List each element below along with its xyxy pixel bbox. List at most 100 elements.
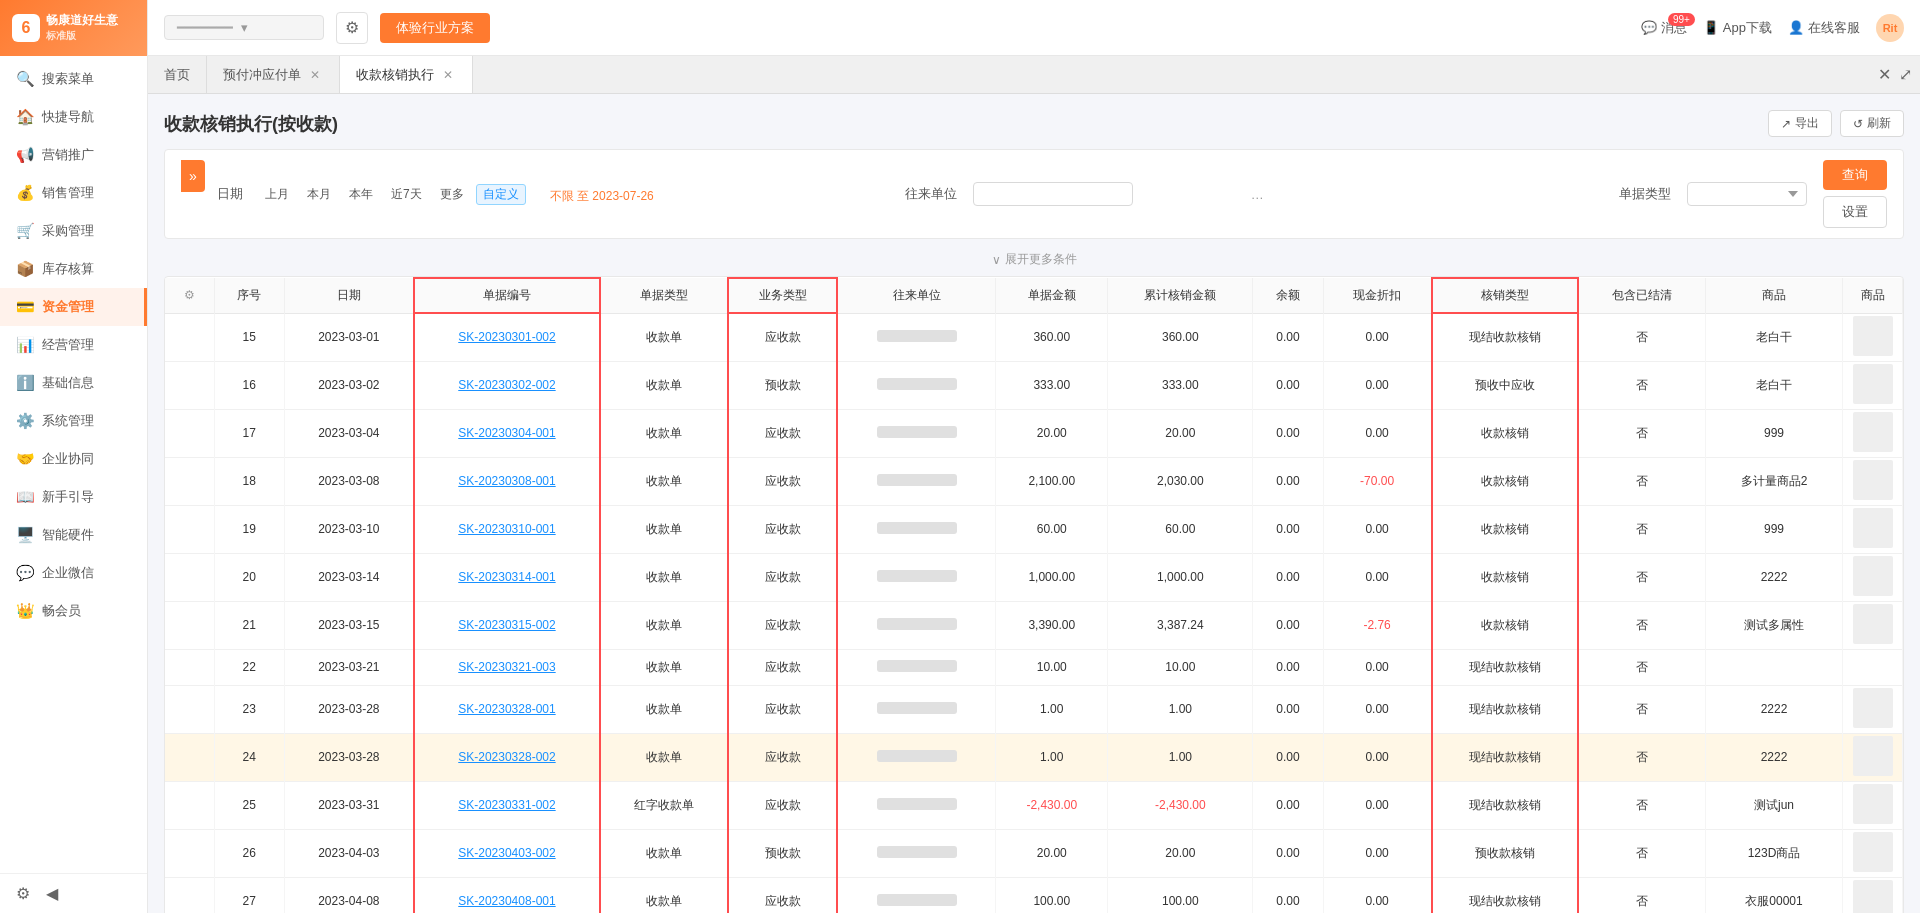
cell-slip-no[interactable]: SK-20230302-002: [414, 361, 600, 409]
date-this-month-btn[interactable]: 本月: [301, 184, 337, 205]
sidebar-label-operations: 经营管理: [42, 336, 94, 354]
sidebar-item-quick-nav[interactable]: 🏠快捷导航: [0, 98, 147, 136]
sidebar-item-hardware[interactable]: 🖥️智能硬件: [0, 516, 147, 554]
sidebar-label-guide: 新手引导: [42, 488, 94, 506]
cell-discount: 0.00: [1323, 409, 1431, 457]
date-this-year-btn[interactable]: 本年: [343, 184, 379, 205]
partner-dots: …: [1149, 187, 1368, 202]
tab-collection[interactable]: 收款核销执行✕: [340, 56, 473, 93]
query-btn-group: 查询 设置: [1823, 160, 1887, 228]
cell-slip-no[interactable]: SK-20230331-002: [414, 781, 600, 829]
sidebar-item-finance[interactable]: 💳资金管理: [0, 288, 147, 326]
cell-no: 18: [214, 457, 284, 505]
cell-discount: 0.00: [1323, 313, 1431, 361]
table-row: 19 2023-03-10 SK-20230310-001 收款单 应收款 60…: [165, 505, 1903, 553]
app-download-btn[interactable]: 📱 App下载: [1703, 19, 1772, 37]
sidebar-item-purchase[interactable]: 🛒采购管理: [0, 212, 147, 250]
cell-slip-type: 收款单: [600, 457, 728, 505]
tab-close-all-btn[interactable]: ✕: [1878, 65, 1891, 84]
sidebar-item-wechat[interactable]: 💬企业微信: [0, 554, 147, 592]
sidebar-label-marketing: 营销推广: [42, 146, 94, 164]
tab-close-collection[interactable]: ✕: [440, 67, 456, 83]
sidebar-item-operations[interactable]: 📊经营管理: [0, 326, 147, 364]
cell-slip-no[interactable]: SK-20230315-002: [414, 601, 600, 649]
expand-more-btn[interactable]: ∨ 展开更多条件: [992, 251, 1077, 268]
sidebar-item-member[interactable]: 👑畅会员: [0, 592, 147, 630]
refresh-btn[interactable]: ↺ 刷新: [1840, 110, 1904, 137]
tab-home[interactable]: 首页: [148, 56, 207, 93]
cell-accum: 1,000.00: [1108, 553, 1253, 601]
cell-slip-no[interactable]: SK-20230304-001: [414, 409, 600, 457]
table-row: 15 2023-03-01 SK-20230301-002 收款单 应收款 36…: [165, 313, 1903, 361]
cell-slip-no[interactable]: SK-20230321-003: [414, 649, 600, 685]
collapse-icon[interactable]: ◀: [46, 884, 58, 903]
cell-no: 16: [214, 361, 284, 409]
cell-amount: 1.00: [996, 733, 1108, 781]
sidebar-label-enterprise: 企业协同: [42, 450, 94, 468]
cell-slip-no[interactable]: SK-20230328-001: [414, 685, 600, 733]
sidebar-item-sales[interactable]: 💰销售管理: [0, 174, 147, 212]
cell-partner: [837, 649, 995, 685]
table-row: 27 2023-04-08 SK-20230408-001 收款单 应收款 10…: [165, 877, 1903, 913]
sidebar-item-marketing[interactable]: 📢营销推广: [0, 136, 147, 174]
col-gear[interactable]: ⚙: [165, 278, 214, 313]
cell-slip-no[interactable]: SK-20230403-002: [414, 829, 600, 877]
cell-amount: 20.00: [996, 829, 1108, 877]
cell-partner: [837, 505, 995, 553]
cell-goods: 测试多属性: [1706, 601, 1843, 649]
breadcrumb[interactable]: ━━━━━━━ ▾: [164, 15, 324, 40]
cell-goods: 2222: [1706, 685, 1843, 733]
cell-accum: 333.00: [1108, 361, 1253, 409]
topbar-settings-btn[interactable]: ⚙: [336, 12, 368, 44]
settings-icon[interactable]: ⚙: [16, 884, 30, 903]
cell-gear: [165, 553, 214, 601]
query-btn[interactable]: 查询: [1823, 160, 1887, 190]
tab-close-payable[interactable]: ✕: [307, 67, 323, 83]
date-range-display: 不限 至 2023-07-26: [550, 188, 654, 205]
sidebar-item-guide[interactable]: 📖新手引导: [0, 478, 147, 516]
sidebar-item-basics[interactable]: ℹ️基础信息: [0, 364, 147, 402]
col-goods2: 商品: [1843, 278, 1903, 313]
date-more-btn[interactable]: 更多: [434, 184, 470, 205]
settings-btn[interactable]: 设置: [1823, 196, 1887, 228]
cell-goods2: [1843, 553, 1903, 601]
cell-slip-no[interactable]: SK-20230301-002: [414, 313, 600, 361]
cell-balance: 0.00: [1253, 649, 1323, 685]
user-info[interactable]: Rit: [1876, 14, 1904, 42]
cell-slip-no[interactable]: SK-20230314-001: [414, 553, 600, 601]
sidebar-item-search[interactable]: 🔍搜索菜单: [0, 60, 147, 98]
tab-expand-btn[interactable]: ⤢: [1899, 65, 1912, 84]
date-7days-btn[interactable]: 近7天: [385, 184, 428, 205]
filter-bar: » 日期 上月 本月 本年 近7天 更多 自定义 不限 至 2: [164, 149, 1904, 239]
cell-slip-no[interactable]: SK-20230328-002: [414, 733, 600, 781]
col-slip-no: 单据编号: [414, 278, 600, 313]
cell-discount: 0.00: [1323, 829, 1431, 877]
partner-input[interactable]: [973, 182, 1133, 206]
sidebar-item-enterprise[interactable]: 🤝企业协同: [0, 440, 147, 478]
sidebar-item-system[interactable]: ⚙️系统管理: [0, 402, 147, 440]
cell-goods: 多计量商品2: [1706, 457, 1843, 505]
cell-no: 26: [214, 829, 284, 877]
table-row: 25 2023-03-31 SK-20230331-002 红字收款单 应收款 …: [165, 781, 1903, 829]
cell-goods2: [1843, 409, 1903, 457]
message-btn[interactable]: 💬 消息 99+: [1641, 19, 1687, 37]
service-btn[interactable]: 👤 在线客服: [1788, 19, 1860, 37]
cell-slip-no[interactable]: SK-20230408-001: [414, 877, 600, 913]
col-accum-cancel: 累计核销金额: [1108, 278, 1253, 313]
cell-goods2: [1843, 685, 1903, 733]
sidebar-item-inventory[interactable]: 📦库存核算: [0, 250, 147, 288]
cell-cancel-type: 现结收款核销: [1432, 649, 1579, 685]
date-last-month-btn[interactable]: 上月: [259, 184, 295, 205]
cell-slip-no[interactable]: SK-20230308-001: [414, 457, 600, 505]
export-btn[interactable]: ↗ 导出: [1768, 110, 1832, 137]
industry-solution-btn[interactable]: 体验行业方案: [380, 13, 490, 43]
filter-toggle-btn[interactable]: »: [181, 160, 205, 192]
slip-type-select[interactable]: 收款单 红字收款单: [1687, 182, 1807, 206]
tab-payable[interactable]: 预付冲应付单✕: [207, 56, 340, 93]
table-row: 20 2023-03-14 SK-20230314-001 收款单 应收款 1,…: [165, 553, 1903, 601]
cell-slip-no[interactable]: SK-20230310-001: [414, 505, 600, 553]
cell-slip-type: 收款单: [600, 553, 728, 601]
cell-accum: -2,430.00: [1108, 781, 1253, 829]
cell-discount: 0.00: [1323, 553, 1431, 601]
date-custom-btn[interactable]: 自定义: [476, 184, 526, 205]
